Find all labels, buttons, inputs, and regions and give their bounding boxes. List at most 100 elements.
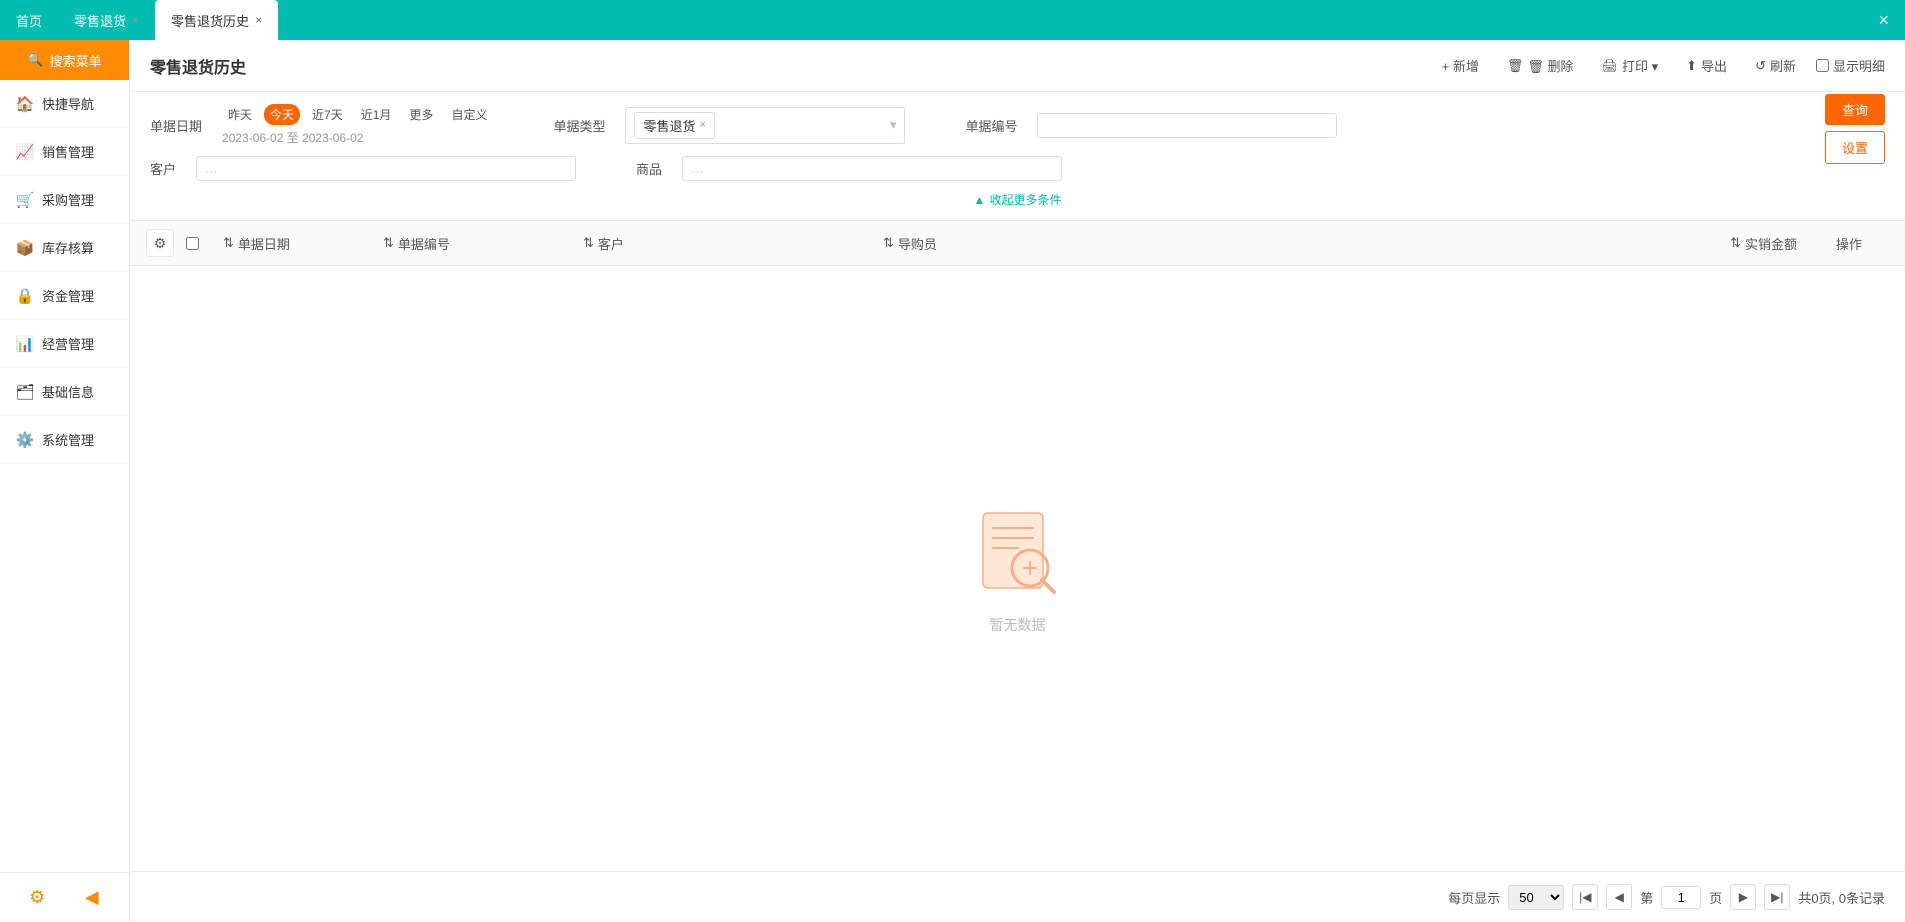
display-detail-label: 显示明细 xyxy=(1833,56,1885,75)
col-header-amount[interactable]: ⇅ 实销金额 xyxy=(1689,234,1809,253)
select-all-checkbox[interactable] xyxy=(186,237,199,250)
sidebar-item-system-label: 系统管理 xyxy=(42,430,94,449)
refresh-button[interactable]: ↺ 刷新 xyxy=(1747,52,1804,79)
col-amount-label: 实销金额 xyxy=(1745,234,1797,253)
sort-icon-guide: ⇅ xyxy=(883,235,894,251)
basic-info-icon: 🗂 xyxy=(16,383,34,401)
date-opt-1month[interactable]: 近1月 xyxy=(355,104,398,125)
tab-retail-return[interactable]: 零售退货 × xyxy=(58,0,155,40)
display-detail-checkbox-area[interactable]: 显示明细 xyxy=(1816,56,1885,75)
sidebar-item-operations-label: 经营管理 xyxy=(42,334,94,353)
filter-date-range: 2023-06-02 至 2023-06-02 xyxy=(222,129,493,146)
table-header-row: ⇅ 单据日期 ⇅ 单据编号 ⇅ 客户 ⇅ 导购员 xyxy=(211,234,1889,253)
col-date-label: 单据日期 xyxy=(238,234,290,253)
filter-type-tag-label: 零售退货 xyxy=(643,116,695,135)
export-label: 导出 xyxy=(1701,56,1727,75)
operations-icon: 📊 xyxy=(16,335,34,353)
filter-type-tag: 零售退货 × xyxy=(634,112,714,139)
delete-button[interactable]: 🗑 🗑 删除 xyxy=(1499,52,1582,79)
tab-bar: 首页 零售退货 × 零售退货历史 × xyxy=(0,0,1878,40)
customer-ellipsis: … xyxy=(205,161,218,176)
pagination-prev-button[interactable]: ◀ xyxy=(1606,884,1632,910)
finance-icon: 🔒 xyxy=(16,287,34,305)
search-icon: 🔍 xyxy=(27,52,43,68)
collapse-arrow-icon: ▲ xyxy=(974,193,986,207)
sidebar-search-button[interactable]: 🔍 搜索菜单 xyxy=(0,40,129,80)
sidebar: 🔍 搜索菜单 🏠 快捷导航 📈 销售管理 🛒 采购管理 📦 库存核算 🔒 xyxy=(0,40,130,922)
quick-nav-icon: 🏠 xyxy=(16,95,34,113)
sidebar-item-basic-info-label: 基础信息 xyxy=(42,382,94,401)
col-docno-label: 单据编号 xyxy=(398,234,450,253)
sidebar-item-operations[interactable]: 📊 经营管理 xyxy=(0,320,129,368)
pagination-size-select[interactable]: 10 20 50 100 xyxy=(1508,885,1564,910)
pagination-page-unit: 页 xyxy=(1709,888,1722,907)
system-icon: ⚙️ xyxy=(16,431,34,449)
sidebar-item-sales[interactable]: 📈 销售管理 xyxy=(0,128,129,176)
date-opt-more[interactable]: 更多 xyxy=(403,104,439,125)
tab-home[interactable]: 首页 xyxy=(0,0,58,40)
sidebar-collapse-button[interactable]: ◀ xyxy=(76,882,108,914)
pagination-page-input[interactable] xyxy=(1661,886,1701,909)
sidebar-item-inventory[interactable]: 📦 库存核算 xyxy=(0,224,129,272)
sidebar-item-sales-label: 销售管理 xyxy=(42,142,94,161)
filter-docno-input[interactable] xyxy=(1037,113,1337,138)
filter-type-tag-close[interactable]: × xyxy=(699,119,705,131)
new-button[interactable]: + 新增 xyxy=(1434,52,1487,79)
table-toolbar: ⚙ ⇅ 单据日期 ⇅ 单据编号 ⇅ 客户 xyxy=(130,221,1905,266)
pagination-next-button[interactable]: ▶ xyxy=(1730,884,1756,910)
sidebar-item-purchase-label: 采购管理 xyxy=(42,190,94,209)
query-button[interactable]: 查询 xyxy=(1825,94,1885,125)
tab-retail-return-close[interactable]: × xyxy=(132,13,139,27)
filter-customer-input[interactable]: … xyxy=(196,156,576,181)
pagination-per-page-label: 每页显示 xyxy=(1448,888,1500,907)
print-button[interactable]: 🖨 打印 ▾ xyxy=(1593,52,1666,79)
sidebar-item-finance[interactable]: 🔒 资金管理 xyxy=(0,272,129,320)
sales-icon: 📈 xyxy=(16,143,34,161)
col-customer-label: 客户 xyxy=(598,234,624,253)
window-close-button[interactable]: × xyxy=(1878,10,1889,31)
page-header: 零售退货历史 + 新增 🗑 🗑 删除 🖨 打印 ▾ ⬆ 导出 ↺ 刷新 xyxy=(130,40,1905,92)
main-layout: 🔍 搜索菜单 🏠 快捷导航 📈 销售管理 🛒 采购管理 📦 库存核算 🔒 xyxy=(0,40,1905,922)
settings-query-button[interactable]: 设置 xyxy=(1825,131,1885,164)
filter-date-group: 昨天 今天 近7天 近1月 更多 自定义 2023-06-02 至 2023-0… xyxy=(222,104,493,146)
display-detail-checkbox[interactable] xyxy=(1816,59,1829,72)
print-icon: 🖨 xyxy=(1601,58,1618,74)
filter-type-label: 单据类型 xyxy=(553,116,605,135)
tab-home-label: 首页 xyxy=(16,11,42,30)
tab-retail-return-history-close[interactable]: × xyxy=(255,13,262,27)
table-column-settings-button[interactable]: ⚙ xyxy=(146,229,174,257)
filter-date-options: 昨天 今天 近7天 近1月 更多 自定义 xyxy=(222,104,493,125)
col-action-label: 操作 xyxy=(1836,237,1862,252)
sidebar-item-system[interactable]: ⚙️ 系统管理 xyxy=(0,416,129,464)
top-bar-right: × xyxy=(1878,10,1905,31)
sidebar-item-basic-info[interactable]: 🗂 基础信息 xyxy=(0,368,129,416)
date-opt-yesterday[interactable]: 昨天 xyxy=(222,104,258,125)
collapse-icon: ◀ xyxy=(85,887,99,908)
col-header-customer[interactable]: ⇅ 客户 xyxy=(571,234,871,253)
delete-icon: 🗑 xyxy=(1507,58,1524,74)
pagination-last-button[interactable]: ▶| xyxy=(1764,884,1790,910)
sidebar-item-purchase[interactable]: 🛒 采购管理 xyxy=(0,176,129,224)
refresh-icon: ↺ xyxy=(1755,58,1766,74)
sort-icon-docno: ⇅ xyxy=(383,235,394,251)
sidebar-settings-button[interactable]: ⚙ xyxy=(21,882,53,914)
filter-goods-input[interactable]: … xyxy=(682,156,1062,181)
purchase-icon: 🛒 xyxy=(16,191,34,209)
date-opt-custom[interactable]: 自定义 xyxy=(445,104,493,125)
filter-row-2: 客户 … 商品 … xyxy=(150,156,1885,181)
filter-type-dropdown[interactable]: 零售退货 × ▾ xyxy=(625,107,905,144)
date-opt-today[interactable]: 今天 xyxy=(264,104,300,125)
export-button[interactable]: ⬆ 导出 xyxy=(1678,52,1735,79)
date-opt-7days[interactable]: 近7天 xyxy=(306,104,349,125)
col-header-date[interactable]: ⇅ 单据日期 xyxy=(211,234,371,253)
col-header-guide[interactable]: ⇅ 导购员 xyxy=(871,234,1121,253)
tab-retail-return-history[interactable]: 零售退货历史 × xyxy=(155,0,278,40)
pagination-first-button[interactable]: |◀ xyxy=(1572,884,1598,910)
sidebar-menu: 🏠 快捷导航 📈 销售管理 🛒 采购管理 📦 库存核算 🔒 资金管理 📊 xyxy=(0,80,129,872)
sidebar-item-quick-nav[interactable]: 🏠 快捷导航 xyxy=(0,80,129,128)
export-icon: ⬆ xyxy=(1686,58,1697,74)
filter-collapse-button[interactable]: ▲ 收起更多条件 xyxy=(974,191,1062,208)
col-header-docno[interactable]: ⇅ 单据编号 xyxy=(371,234,571,253)
empty-text: 暂无数据 xyxy=(990,615,1046,635)
column-settings-icon: ⚙ xyxy=(154,235,167,252)
